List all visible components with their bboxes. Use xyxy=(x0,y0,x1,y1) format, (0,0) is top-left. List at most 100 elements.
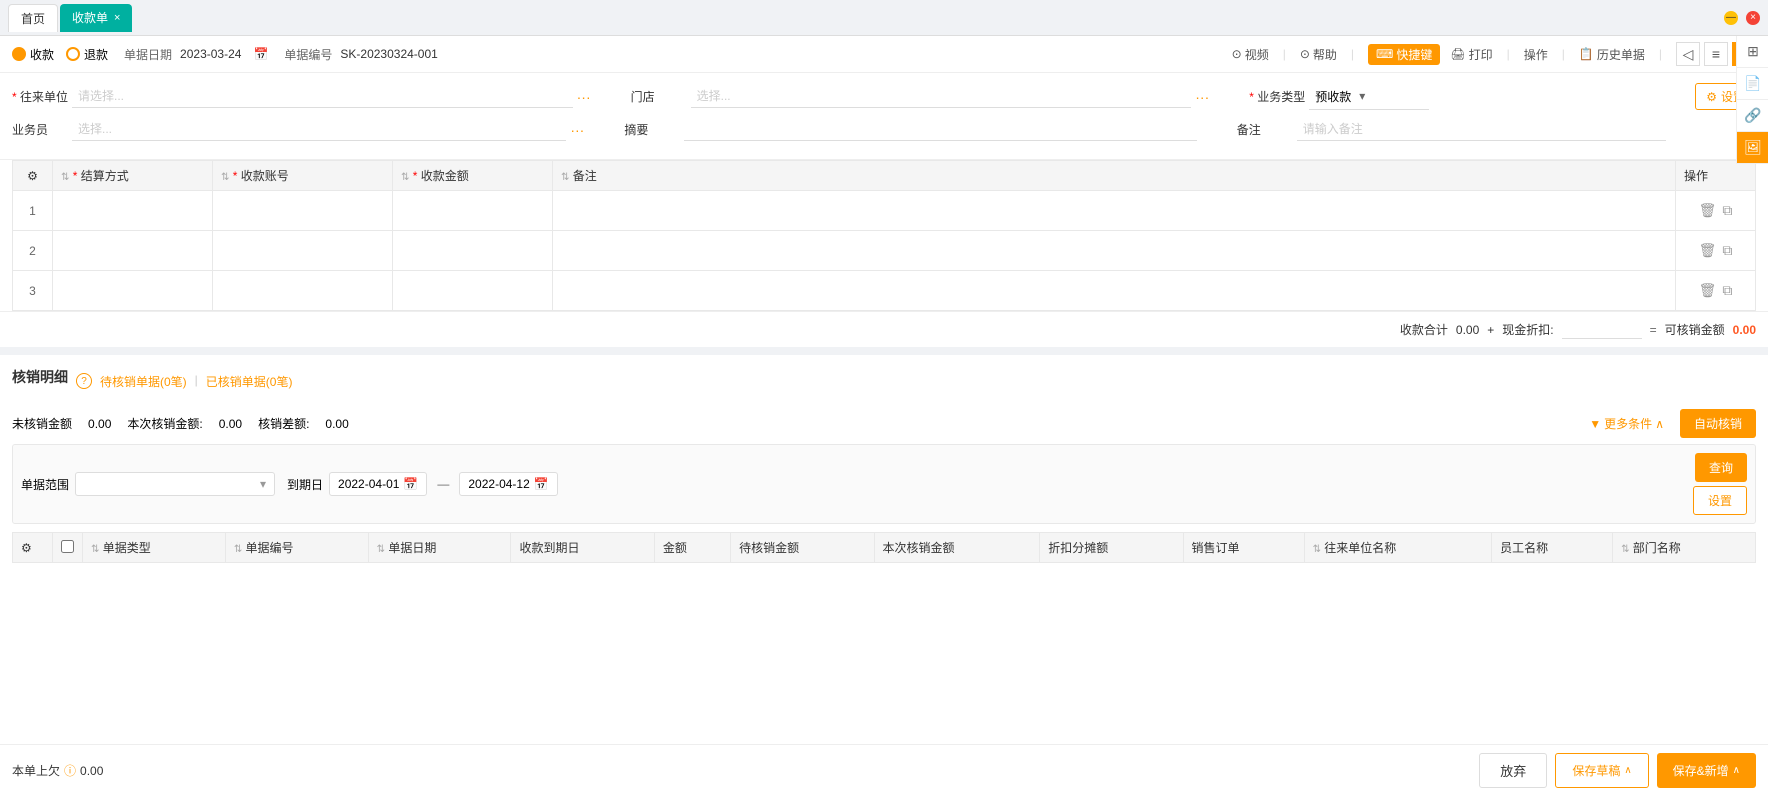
toolbar-right: ⊙ 视频 | ⊙ 帮助 | ⌨ 快捷键 🖨 打印 | 操作 | � xyxy=(1232,42,1756,66)
row3-notes-input[interactable] xyxy=(553,271,1675,310)
more-conditions-button[interactable]: ▼ 更多条件 ∧ xyxy=(1589,415,1664,432)
history-button[interactable]: 📋 历史单据 xyxy=(1579,46,1645,63)
current-label: 本次核销金额: xyxy=(127,415,202,432)
done-tab[interactable]: 已核销单据(0笔) xyxy=(206,373,293,390)
row1-amount-input[interactable] xyxy=(393,191,552,230)
save-draft-button[interactable]: 保存草稿 ∧ xyxy=(1555,753,1648,788)
right-panel-image-icon[interactable]: 🖼 xyxy=(1737,132,1768,164)
diff-value: 0.00 xyxy=(325,417,348,431)
business-type-select[interactable]: 预收款 ▾ xyxy=(1309,84,1429,110)
row2-settlement-input[interactable] xyxy=(53,231,212,270)
save-new-button[interactable]: 保存&新增 ∧ xyxy=(1657,753,1756,788)
tab-receipt[interactable]: 收款单 × xyxy=(60,4,132,32)
row3-delete-icon[interactable]: 🗑 xyxy=(1699,282,1717,299)
btable-gear-header[interactable]: ⚙ xyxy=(13,533,53,563)
list-view-button[interactable]: ≡ xyxy=(1704,42,1728,66)
bottom-bar: 本单上欠 ⓘ 0.00 放弃 保存草稿 ∧ 保存&新增 ∧ xyxy=(0,744,1768,796)
window-minimize-button[interactable]: — xyxy=(1724,11,1738,25)
notes-input[interactable] xyxy=(1297,118,1666,141)
row1-notes-input[interactable] xyxy=(553,191,1675,230)
equal-label: = xyxy=(1650,323,1657,337)
refund-radio[interactable]: 退款 xyxy=(66,46,108,63)
bottom-info-icon[interactable]: ⓘ xyxy=(64,762,76,779)
staff-input[interactable] xyxy=(72,118,566,141)
calendar-to-icon[interactable]: 📅 xyxy=(534,477,549,491)
pending-tab[interactable]: 待核销单据(0笔) xyxy=(100,373,187,390)
discount-input[interactable] xyxy=(1562,320,1642,339)
row3-account-input[interactable] xyxy=(213,271,392,310)
business-type-field: 业务类型 预收款 ▾ xyxy=(1249,84,1683,110)
row3-notes[interactable] xyxy=(553,271,1676,311)
table-gear-header[interactable]: ⚙ xyxy=(13,161,53,191)
row2-delete-icon[interactable]: 🗑 xyxy=(1699,242,1717,259)
tab-home[interactable]: 首页 xyxy=(8,4,58,32)
notes-field: 备注 xyxy=(1237,118,1666,141)
receipt-radio[interactable]: 收款 xyxy=(12,46,54,63)
row1-notes[interactable] xyxy=(553,191,1676,231)
due-date-label: 到期日 xyxy=(287,476,323,493)
tab-receipt-close[interactable]: × xyxy=(114,12,120,24)
btable-discount-header: 折扣分摊额 xyxy=(1040,533,1183,563)
history-icon: 📋 xyxy=(1579,47,1594,61)
row2-amount-input[interactable] xyxy=(393,231,552,270)
query-button[interactable]: 查询 xyxy=(1695,453,1747,482)
range-select[interactable]: ▾ xyxy=(75,472,275,496)
row1-account-input[interactable] xyxy=(213,191,392,230)
form-area: 往来单位 ··· 门店 ··· 业务类型 预收款 ▾ xyxy=(0,73,1768,160)
abandon-button[interactable]: 放弃 xyxy=(1479,753,1547,788)
calendar-from-icon[interactable]: 📅 xyxy=(403,477,418,491)
video-button[interactable]: ⊙ 视频 xyxy=(1232,46,1269,63)
counterparty-input[interactable] xyxy=(72,85,573,108)
help-icon: ⊙ xyxy=(1300,47,1310,61)
shortcut-button[interactable]: ⌨ 快捷键 xyxy=(1368,44,1440,65)
row1-settlement[interactable] xyxy=(53,191,213,231)
row2-settlement[interactable] xyxy=(53,231,213,271)
row2-notes[interactable] xyxy=(553,231,1676,271)
section-divider xyxy=(0,347,1768,355)
btable-select-all[interactable] xyxy=(61,540,74,553)
row3-amount-input[interactable] xyxy=(393,271,552,310)
row1-settlement-input[interactable] xyxy=(53,191,212,230)
right-panel-document-icon[interactable]: 📄 xyxy=(1737,68,1768,100)
prev-view-button[interactable]: ◁ xyxy=(1676,42,1700,66)
btable-checkbox-header[interactable] xyxy=(53,533,83,563)
row2-notes-input[interactable] xyxy=(553,231,1675,270)
verification-info-icon[interactable]: ? xyxy=(76,373,92,389)
print-button[interactable]: 🖨 打印 xyxy=(1450,46,1492,63)
row3-settlement[interactable] xyxy=(53,271,213,311)
abstract-input[interactable] xyxy=(684,118,1196,141)
btable-dept-header: ⇅ 部门名称 xyxy=(1613,533,1756,563)
print-icon: 🖨 xyxy=(1450,47,1465,61)
date-to-input[interactable]: 2022-04-12 📅 xyxy=(459,472,557,496)
row2-copy-icon[interactable]: ⧉ xyxy=(1722,242,1732,259)
row1-copy-icon[interactable]: ⧉ xyxy=(1722,202,1732,219)
verification-tabs: 待核销单据(0笔) | 已核销单据(0笔) xyxy=(100,373,292,390)
staff-more-icon[interactable]: ··· xyxy=(570,122,584,138)
row3-action: 🗑 ⧉ xyxy=(1676,271,1756,311)
row1-account[interactable] xyxy=(213,191,393,231)
calendar-icon[interactable]: 📅 xyxy=(253,47,268,61)
right-panel-table-icon[interactable]: ⊞ xyxy=(1737,36,1768,68)
store-input[interactable] xyxy=(691,85,1192,108)
row3-account[interactable] xyxy=(213,271,393,311)
action-button[interactable]: 操作 xyxy=(1524,46,1548,63)
counterparty-label: 往来单位 xyxy=(12,88,72,105)
row1-delete-icon[interactable]: 🗑 xyxy=(1699,202,1717,219)
row3-settlement-input[interactable] xyxy=(53,271,212,310)
help-button[interactable]: ⊙ 帮助 xyxy=(1300,46,1337,63)
row3-copy-icon[interactable]: ⧉ xyxy=(1722,282,1732,299)
filter-settings-button[interactable]: 设置 xyxy=(1693,486,1747,515)
auto-verify-button[interactable]: 自动核销 xyxy=(1680,409,1756,438)
right-panel-attachment-icon[interactable]: 🔗 xyxy=(1737,100,1768,132)
row1-amount[interactable] xyxy=(393,191,553,231)
filter-icon: ▼ xyxy=(1589,417,1601,431)
row2-account[interactable] xyxy=(213,231,393,271)
row3-amount[interactable] xyxy=(393,271,553,311)
counterparty-more-icon[interactable]: ··· xyxy=(577,89,591,105)
filter-row: 单据范围 ▾ 到期日 2022-04-01 📅 — 2022-04-12 📅 xyxy=(12,444,1756,524)
row2-account-input[interactable] xyxy=(213,231,392,270)
date-from-input[interactable]: 2022-04-01 📅 xyxy=(329,472,427,496)
row2-amount[interactable] xyxy=(393,231,553,271)
store-more-icon[interactable]: ··· xyxy=(1195,89,1209,105)
window-close-button[interactable]: × xyxy=(1746,11,1760,25)
